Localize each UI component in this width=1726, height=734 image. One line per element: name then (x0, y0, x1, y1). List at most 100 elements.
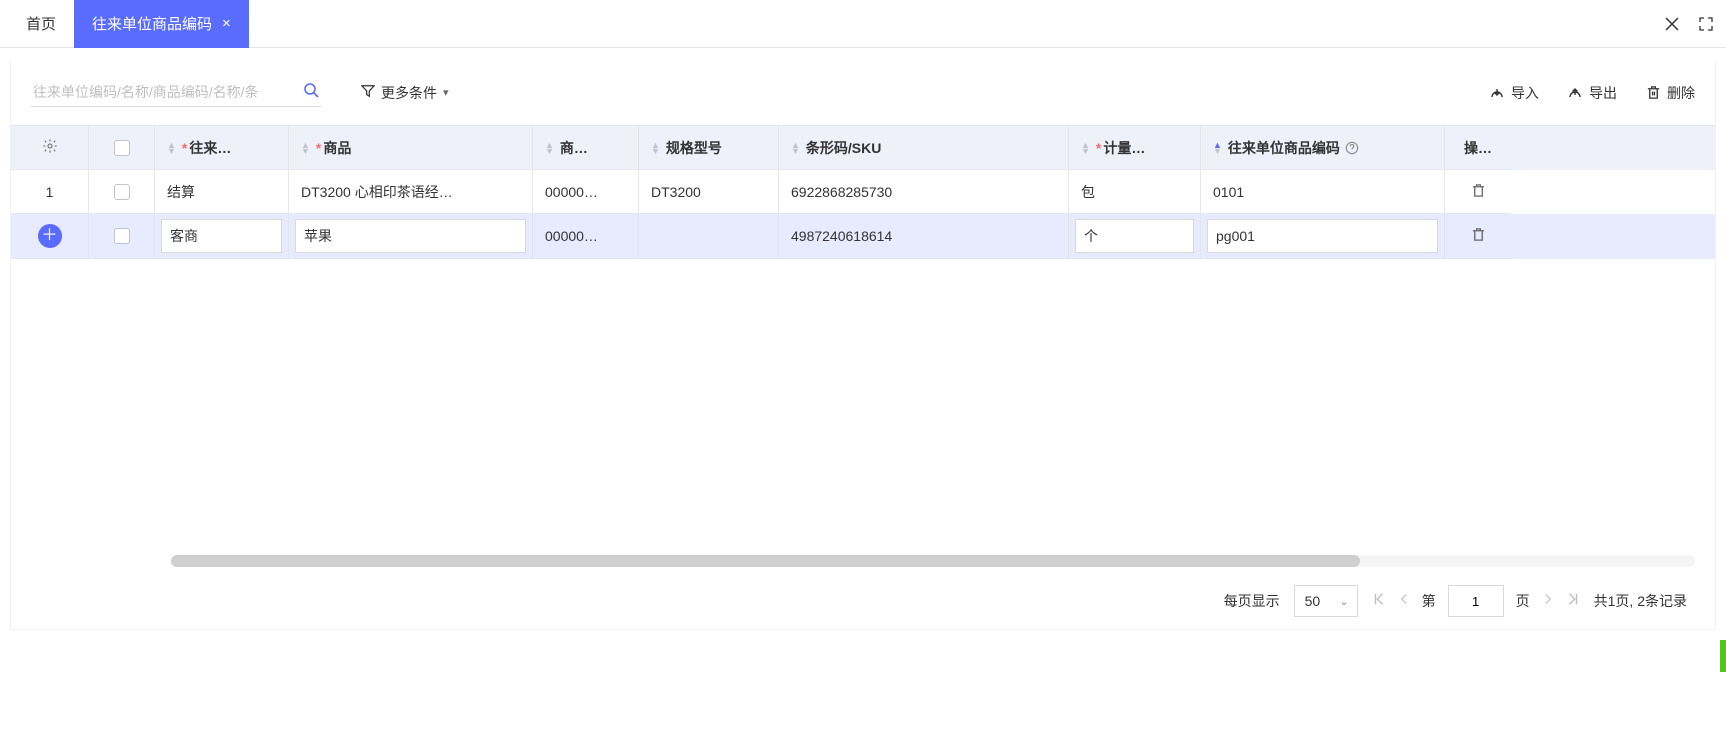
page-input[interactable] (1448, 585, 1504, 617)
col-sku[interactable]: ▲▼ 条形码/SKU (779, 126, 1069, 170)
data-grid: ▲▼ * 往来… ▲▼ * 商品 ▲▼ 商… ▲▼ 规格型号 (11, 125, 1715, 549)
cell-party[interactable]: 客商 (155, 214, 289, 259)
row-delete-icon[interactable] (1471, 227, 1486, 245)
row-checkbox[interactable] (89, 170, 155, 214)
cell-spec (639, 214, 779, 259)
cell-code-text: pg001 (1216, 228, 1255, 244)
prev-page-icon[interactable] (1398, 592, 1410, 611)
cell-product-code: 00000… (533, 214, 639, 259)
export-button[interactable]: 导出 (1567, 83, 1617, 103)
cell-code[interactable]: pg001 (1201, 214, 1445, 259)
sort-icon: ▲▼ (167, 142, 176, 154)
col-spec[interactable]: ▲▼ 规格型号 (639, 126, 779, 170)
sort-icon: ▲▼ (545, 142, 554, 154)
page-nav: 第 页 (1372, 585, 1580, 617)
export-icon (1567, 85, 1583, 101)
cell-sku-text: 6922868285730 (791, 184, 892, 200)
tab-active[interactable]: 往来单位商品编码 × (74, 0, 249, 48)
table-row: 1 结算 DT3200 心相印茶语经… 00000… DT3200 (11, 170, 1715, 214)
checkbox[interactable] (114, 228, 130, 244)
col-checkbox-header[interactable] (89, 126, 155, 170)
fullscreen-icon[interactable] (1696, 14, 1716, 34)
required-marker: * (182, 140, 187, 156)
next-page-icon[interactable] (1542, 592, 1554, 611)
chevron-down-icon: ⌄ (1339, 595, 1348, 608)
cell-spec: DT3200 (639, 170, 779, 214)
h-scrollbar-thumb[interactable] (171, 555, 1360, 567)
per-page-select[interactable]: 50 ⌄ (1294, 585, 1358, 617)
col-party[interactable]: ▲▼ * 往来… (155, 126, 289, 170)
sort-icon: ▲▼ (1213, 142, 1222, 154)
main-panel: 更多条件 ▾ 导入 (10, 60, 1716, 630)
search-input[interactable] (31, 78, 321, 107)
cell-party-text: 结算 (167, 182, 195, 202)
h-scrollbar[interactable] (171, 555, 1695, 567)
chevron-down-icon: ▾ (443, 86, 449, 99)
code-input[interactable]: pg001 (1207, 219, 1438, 253)
search-icon[interactable] (303, 82, 319, 103)
cell-code-text: 0101 (1213, 184, 1244, 200)
last-page-icon[interactable] (1566, 592, 1580, 611)
checkbox-all[interactable] (114, 140, 130, 156)
close-panel-icon[interactable] (1662, 14, 1682, 34)
col-party-code[interactable]: ▲▼ 往来单位商品编码 (1201, 126, 1445, 170)
cell-product-code-text: 00000… (545, 228, 598, 244)
delete-label: 删除 (1667, 83, 1695, 103)
more-conditions-button[interactable]: 更多条件 ▾ (361, 83, 449, 103)
col-settings[interactable] (11, 126, 89, 170)
page-suffix: 页 (1516, 591, 1530, 611)
col-product[interactable]: ▲▼ * 商品 (289, 126, 533, 170)
page-prefix: 第 (1422, 591, 1436, 611)
checkbox[interactable] (114, 184, 130, 200)
row-checkbox[interactable] (89, 214, 155, 259)
cell-sku: 6922868285730 (779, 170, 1069, 214)
sort-icon: ▲▼ (651, 142, 660, 154)
col-party-label: 往来… (189, 138, 231, 158)
close-icon[interactable]: × (222, 15, 231, 32)
tab-bar: 首页 往来单位商品编码 × (0, 0, 1726, 48)
row-delete-icon[interactable] (1471, 183, 1486, 201)
gear-icon (42, 138, 58, 157)
cell-product-code-text: 00000… (545, 184, 598, 200)
cell-spec-text: DT3200 (651, 184, 701, 200)
cell-code[interactable]: 0101 (1201, 170, 1445, 214)
col-product-code[interactable]: ▲▼ 商… (533, 126, 639, 170)
import-button[interactable]: 导入 (1489, 83, 1539, 103)
table-row: ＋ 客商 苹果 00000… (11, 214, 1715, 259)
tab-home[interactable]: 首页 (8, 0, 74, 48)
delete-button[interactable]: 删除 (1645, 83, 1695, 103)
import-label: 导入 (1511, 83, 1539, 103)
col-unit[interactable]: ▲▼ * 计量… (1069, 126, 1201, 170)
cell-party[interactable]: 结算 (155, 170, 289, 214)
per-page-value: 50 (1305, 593, 1321, 609)
col-product-code-label: 商… (560, 138, 588, 158)
toolbar: 更多条件 ▾ 导入 (11, 78, 1715, 125)
more-conditions-label: 更多条件 (381, 83, 437, 103)
cell-product[interactable]: 苹果 (289, 214, 533, 259)
help-icon[interactable] (1344, 140, 1360, 156)
cell-product[interactable]: DT3200 心相印茶语经… (289, 170, 533, 214)
unit-input[interactable]: 个 (1075, 219, 1194, 253)
cell-unit-text: 个 (1084, 226, 1098, 246)
per-page-label: 每页显示 (1224, 591, 1280, 611)
sort-icon: ▲▼ (1081, 142, 1090, 154)
cell-party-text: 客商 (170, 226, 198, 246)
tabbar-right (1662, 0, 1716, 48)
tab-active-label: 往来单位商品编码 (92, 13, 212, 34)
col-unit-label: 计量… (1103, 138, 1145, 158)
cell-sku: 4987240618614 (779, 214, 1069, 259)
row-index: 1 (11, 170, 89, 214)
cell-unit-text: 包 (1081, 182, 1095, 202)
row-add[interactable]: ＋ (11, 214, 89, 259)
right-accent (1720, 640, 1726, 672)
party-input[interactable]: 客商 (161, 219, 282, 253)
product-input[interactable]: 苹果 (295, 219, 526, 253)
col-op: 操… (1445, 126, 1511, 170)
cell-unit[interactable]: 包 (1069, 170, 1201, 214)
add-row-icon[interactable]: ＋ (38, 224, 62, 248)
col-party-code-label: 往来单位商品编码 (1228, 138, 1340, 158)
first-page-icon[interactable] (1372, 592, 1386, 611)
pagination: 每页显示 50 ⌄ 第 页 (11, 567, 1715, 629)
sort-icon: ▲▼ (791, 142, 800, 154)
cell-unit[interactable]: 个 (1069, 214, 1201, 259)
